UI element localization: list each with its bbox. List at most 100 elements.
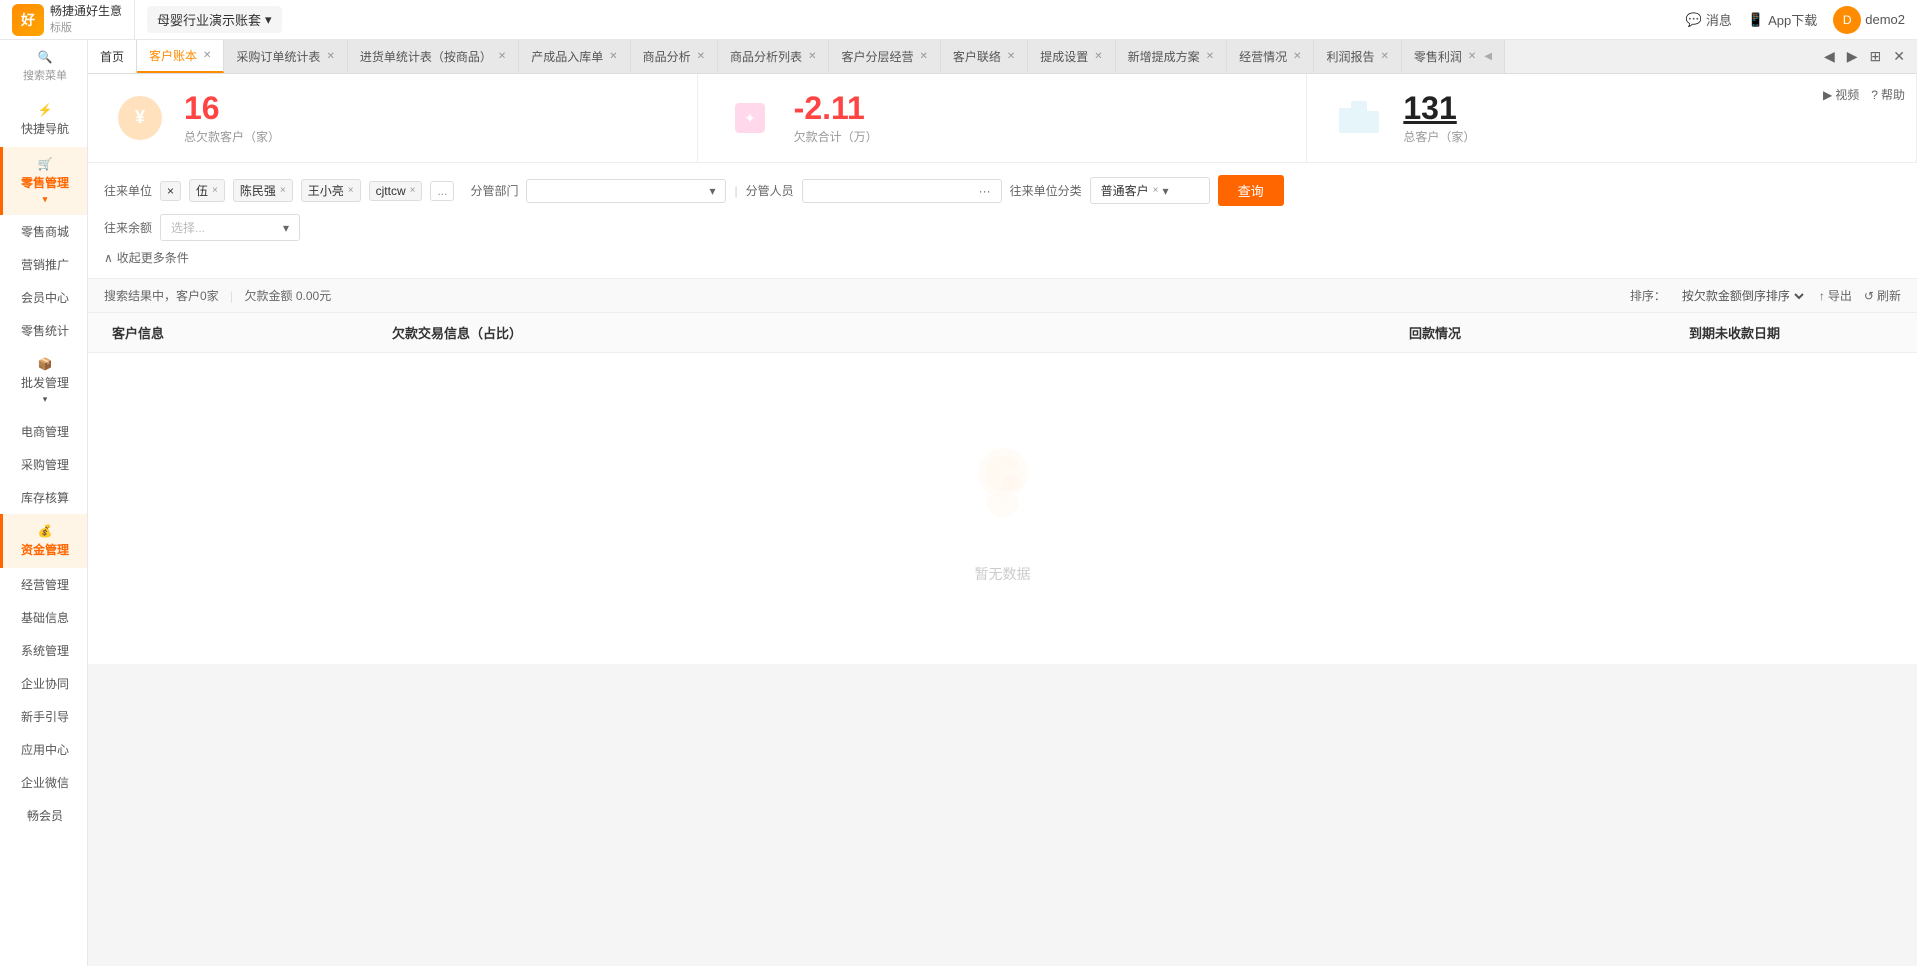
sidebar-item-inventory[interactable]: 库存核算 <box>0 481 87 514</box>
tab-customer-segment-close[interactable]: ✕ <box>919 51 927 62</box>
logo-icon: 好 <box>12 4 44 36</box>
sidebar-appcenter-label: 应用中心 <box>21 741 69 758</box>
message-button[interactable]: 💬 消息 <box>1686 10 1732 29</box>
sidebar-item-member[interactable]: 畅会员 <box>0 799 87 832</box>
refresh-label: 刷新 <box>1877 287 1901 304</box>
help-icon: ? <box>1871 88 1878 102</box>
sidebar-item-ecommerce[interactable]: 电商管理 <box>0 415 87 448</box>
app-download-button[interactable]: 📱 App下载 <box>1748 10 1817 29</box>
tab-product-inventory-close[interactable]: ✕ <box>609 51 617 62</box>
tab-customer-contact-close[interactable]: ✕ <box>1007 51 1015 62</box>
sidebar-item-enterprise-coop[interactable]: 企业协同 <box>0 667 87 700</box>
finance-icon: 💰 <box>38 524 53 538</box>
sidebar-item-finance[interactable]: 💰 资金管理 <box>0 514 87 568</box>
tab-purchase-inventory-stats[interactable]: 进货单统计表（按商品） ✕ <box>348 40 519 73</box>
empty-state-text: 暂无数据 <box>975 564 1031 584</box>
sidebar-item-retail-mall[interactable]: 零售商城 <box>0 215 87 248</box>
user-profile-button[interactable]: D demo2 <box>1833 6 1905 34</box>
results-bar-right: 排序： 按欠款金额倒序排序 ↑ 导出 ↺ 刷新 <box>1630 287 1901 304</box>
tab-retail-profit-close[interactable]: ✕ <box>1468 51 1476 62</box>
store-selector[interactable]: 母婴行业演示账套 ▾ <box>147 6 282 33</box>
tab-profit-report-close[interactable]: ✕ <box>1381 51 1389 62</box>
tab-reminder-settings-close[interactable]: ✕ <box>1094 51 1102 62</box>
sidebar-item-quick-nav[interactable]: ⚡ 快捷导航 <box>0 93 87 147</box>
sidebar-item-retail-mgmt[interactable]: 🛒 零售管理 ▾ <box>0 147 87 215</box>
sidebar-sysmgmt-label: 系统管理 <box>21 642 69 659</box>
tab-new-reminder-plan[interactable]: 新增提成方案 ✕ <box>1116 40 1227 73</box>
tab-profit-report[interactable]: 利润报告 ✕ <box>1314 40 1401 73</box>
refresh-button[interactable]: ↺ 刷新 <box>1864 287 1901 304</box>
sidebar-item-appcenter[interactable]: 应用中心 <box>0 733 87 766</box>
table-area: 客户信息 欠款交易信息（占比） 回款情况 到期未收款日期 <box>88 313 1917 664</box>
dept-dropdown[interactable]: ▾ <box>526 179 726 203</box>
tab-product-analysis-close[interactable]: ✕ <box>697 51 705 62</box>
col-repayment: 回款情况 <box>1401 323 1681 342</box>
sidebar-item-search[interactable]: 🔍 搜索菜单 <box>0 40 87 93</box>
sidebar-item-newguide[interactable]: 新手引导 <box>0 700 87 733</box>
col-due-date: 到期未收款日期 <box>1681 323 1901 342</box>
avatar: D <box>1833 6 1861 34</box>
sidebar-item-marketing[interactable]: 营销推广 <box>0 248 87 281</box>
person-filter-label: 分管人员 <box>746 182 794 199</box>
tab-purchase-order-stats-close[interactable]: ✕ <box>326 51 334 62</box>
page-content: ¥ 16 总欠款客户（家） ✦ <box>88 74 1917 966</box>
tab-product-analysis-list[interactable]: 商品分析列表 ✕ <box>718 40 829 73</box>
stat-actions: ▶ 视频 ? 帮助 <box>1823 86 1905 103</box>
main-area: 🔍 搜索菜单 ⚡ 快捷导航 🛒 零售管理 ▾ 零售商城 营销推广 会员中心 <box>0 40 1917 966</box>
filter-tag-wu-remove[interactable]: × <box>212 185 218 196</box>
tab-prev-button[interactable]: ◀ <box>1820 46 1839 67</box>
tab-customer-contact[interactable]: 客户联络 ✕ <box>941 40 1028 73</box>
top-bar: 好 畅捷通好生意 标版 母婴行业演示账套 ▾ 💬 消息 📱 App下载 D de… <box>0 0 1917 40</box>
tab-close-all-button[interactable]: ✕ <box>1889 46 1909 67</box>
sort-select[interactable]: 按欠款金额倒序排序 <box>1678 288 1807 304</box>
tab-purchase-inventory-close[interactable]: ✕ <box>498 51 506 62</box>
content-area: 首页 客户账本 ✕ 采购订单统计表 ✕ 进货单统计表（按商品） ✕ 产成品入库单… <box>88 40 1917 966</box>
tab-ops-status[interactable]: 经营情况 ✕ <box>1227 40 1314 73</box>
query-button[interactable]: 查询 <box>1218 175 1284 206</box>
collapse-label: 收起更多条件 <box>117 249 189 266</box>
tab-product-analysis-list-close[interactable]: ✕ <box>808 51 816 62</box>
tab-product-inventory[interactable]: 产成品入库单 ✕ <box>519 40 630 73</box>
filter-tag-wang: 王小亮 × <box>301 179 361 202</box>
category-dropdown[interactable]: 普通客户 × ▾ <box>1090 177 1210 204</box>
tab-new-reminder-plan-close[interactable]: ✕ <box>1206 51 1214 62</box>
sidebar-item-membership[interactable]: 会员中心 <box>0 281 87 314</box>
filter-tag-wang-remove[interactable]: × <box>348 185 354 196</box>
tab-purchase-order-stats[interactable]: 采购订单统计表 ✕ <box>224 40 347 73</box>
tab-product-analysis[interactable]: 商品分析 ✕ <box>631 40 718 73</box>
sidebar-basicinfo-label: 基础信息 <box>21 609 69 626</box>
sidebar-item-retail-stats[interactable]: 零售统计 <box>0 314 87 347</box>
export-button[interactable]: ↑ 导出 <box>1819 287 1852 304</box>
balance-dropdown[interactable]: 选择... ▾ <box>160 214 300 241</box>
tab-customer-accounts[interactable]: 客户账本 ✕ <box>137 40 224 73</box>
tab-ops-status-close[interactable]: ✕ <box>1293 51 1301 62</box>
video-button[interactable]: ▶ 视频 <box>1823 86 1859 103</box>
sidebar-item-wholesale[interactable]: 📦 批发管理 ▾ <box>0 347 87 415</box>
tab-reminder-settings[interactable]: 提成设置 ✕ <box>1028 40 1115 73</box>
filter-tag-chen-remove[interactable]: × <box>280 185 286 196</box>
tab-retail-profit[interactable]: 零售利润 ✕ ◀ <box>1402 40 1505 73</box>
tab-customer-segment[interactable]: 客户分层经营 ✕ <box>829 40 940 73</box>
collapse-button[interactable]: ∧ 收起更多条件 <box>104 249 1901 266</box>
category-tag-remove[interactable]: × <box>1153 185 1159 196</box>
filter-tag-cjttcw-remove[interactable]: × <box>410 185 416 196</box>
sidebar-item-sysmgmt[interactable]: 系统管理 <box>0 634 87 667</box>
filter-more-tags[interactable]: ... <box>430 181 454 201</box>
tab-profit-report-label: 利润报告 <box>1326 48 1374 65</box>
tab-customer-accounts-close[interactable]: ✕ <box>203 50 211 61</box>
app-container: 好 畅捷通好生意 标版 母婴行业演示账套 ▾ 💬 消息 📱 App下载 D de… <box>0 0 1917 966</box>
tab-next-button[interactable]: ▶ <box>1843 46 1862 67</box>
sidebar-purchase-label: 采购管理 <box>21 456 69 473</box>
sidebar-item-bizops[interactable]: 经营管理 <box>0 568 87 601</box>
sidebar-item-basicinfo[interactable]: 基础信息 <box>0 601 87 634</box>
tab-customer-accounts-label: 客户账本 <box>149 47 197 64</box>
tab-more-icon: ◀ <box>1484 51 1492 62</box>
sidebar-item-enterprise-wechat[interactable]: 企业微信 <box>0 766 87 799</box>
tab-maximize-button[interactable]: ⊞ <box>1866 46 1886 67</box>
tab-home[interactable]: 首页 <box>88 40 137 73</box>
sidebar-item-purchase[interactable]: 采购管理 <box>0 448 87 481</box>
help-button[interactable]: ? 帮助 <box>1871 86 1905 103</box>
tab-reminder-settings-label: 提成设置 <box>1040 48 1088 65</box>
person-dropdown[interactable]: ··· <box>802 179 1002 203</box>
stats-bar: ¥ 16 总欠款客户（家） ✦ <box>88 74 1917 163</box>
